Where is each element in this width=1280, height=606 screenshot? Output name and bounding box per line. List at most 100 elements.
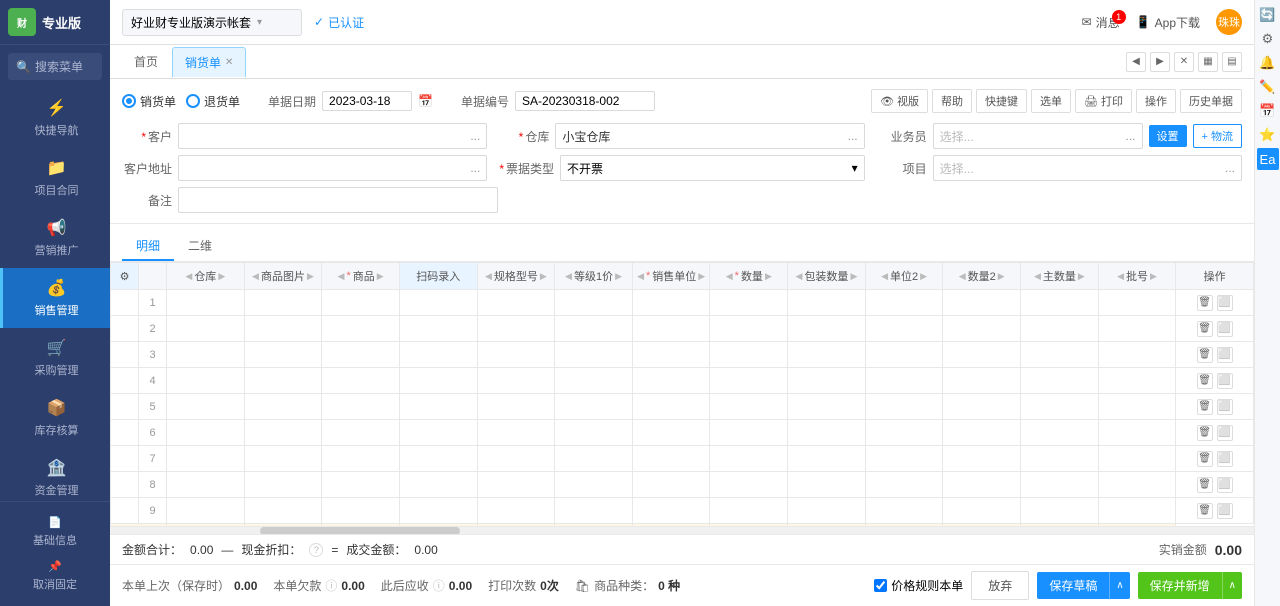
row-spec-cell[interactable]	[477, 394, 555, 420]
row-quantity-cell[interactable]	[710, 420, 788, 446]
price-check-checkbox[interactable]	[874, 579, 887, 592]
row-main-qty-cell[interactable]	[1021, 446, 1099, 472]
row-spec-cell[interactable]	[477, 342, 555, 368]
receivable-help-icon[interactable]: ⓘ	[433, 577, 445, 594]
row-batch-input-cell[interactable]	[399, 394, 477, 420]
table-row[interactable]: 7 🗑 ⬜	[111, 446, 1254, 472]
row-sales-unit-cell[interactable]	[632, 472, 710, 498]
row-copy-icon[interactable]: ⬜	[1217, 321, 1233, 337]
row-delete-icon[interactable]: 🗑	[1197, 451, 1213, 467]
row-sales-unit-cell[interactable]	[632, 498, 710, 524]
row-sales-unit-cell[interactable]	[632, 368, 710, 394]
app-download-button[interactable]: 📱 App下载	[1136, 14, 1200, 31]
row-spec-cell[interactable]	[477, 316, 555, 342]
radio-sales-order[interactable]: 销货单	[122, 93, 176, 110]
row-product-cell[interactable]	[322, 342, 400, 368]
row-main-qty-cell[interactable]	[1021, 342, 1099, 368]
row-main-qty-cell[interactable]	[1021, 472, 1099, 498]
row-warehouse-cell[interactable]	[167, 368, 245, 394]
row-unit2-cell[interactable]	[865, 290, 943, 316]
tab-close-icon[interactable]: ✕	[225, 57, 233, 68]
set-button[interactable]: 设置	[1149, 125, 1187, 147]
row-quantity-cell[interactable]	[710, 290, 788, 316]
user-avatar[interactable]: 珠珠	[1216, 9, 1242, 35]
help-button[interactable]: 帮助	[932, 89, 972, 113]
row-sales-unit-cell[interactable]	[632, 342, 710, 368]
row-copy-icon[interactable]: ⬜	[1217, 477, 1233, 493]
row-grade-price-cell[interactable]	[555, 290, 633, 316]
sidebar-item-cancel-pin[interactable]: 📌 取消固定	[8, 554, 102, 598]
tab-layout1-button[interactable]: ▦	[1198, 52, 1218, 72]
row-main-qty-cell[interactable]	[1021, 420, 1099, 446]
row-main-qty-cell[interactable]	[1021, 316, 1099, 342]
row-copy-icon[interactable]: ⬜	[1217, 503, 1233, 519]
row-qty2-cell[interactable]	[943, 342, 1021, 368]
row-sales-unit-cell[interactable]	[632, 394, 710, 420]
row-product-cell[interactable]	[322, 316, 400, 342]
row-batch-input-cell[interactable]	[399, 420, 477, 446]
table-row[interactable]: 1 🗑 ⬜	[111, 290, 1254, 316]
row-batch-input-cell[interactable]	[399, 290, 477, 316]
save-new-arrow-button[interactable]: ∧	[1222, 572, 1242, 599]
row-warehouse-cell[interactable]	[167, 342, 245, 368]
row-delete-icon[interactable]: 🗑	[1197, 399, 1213, 415]
row-product-cell[interactable]	[322, 394, 400, 420]
row-quantity-cell[interactable]	[710, 316, 788, 342]
row-warehouse-cell[interactable]	[167, 446, 245, 472]
table-row[interactable]: 5 🗑 ⬜	[111, 394, 1254, 420]
row-unit2-cell[interactable]	[865, 394, 943, 420]
tab-detail[interactable]: 明细	[122, 232, 174, 261]
row-spec-cell[interactable]	[477, 446, 555, 472]
row-copy-icon[interactable]: ⬜	[1217, 373, 1233, 389]
row-batch-cell[interactable]	[1098, 420, 1176, 446]
row-batch-cell[interactable]	[1098, 498, 1176, 524]
right-icon-7[interactable]: Ea	[1257, 148, 1279, 170]
row-product-cell[interactable]	[322, 290, 400, 316]
save-new-button[interactable]: 保存并新增	[1138, 572, 1222, 599]
company-selector[interactable]: 好业财专业版演示帐套 ▾	[122, 9, 302, 36]
view-button[interactable]: 👁 视版	[871, 89, 928, 113]
row-main-qty-cell[interactable]	[1021, 394, 1099, 420]
radio-return-order[interactable]: 退货单	[186, 93, 240, 110]
row-pack-qty-cell[interactable]	[788, 446, 866, 472]
tab-layout2-button[interactable]: ▤	[1222, 52, 1242, 72]
add-logistics-button[interactable]: + 物流	[1193, 124, 1242, 148]
row-warehouse-cell[interactable]	[167, 316, 245, 342]
row-quantity-cell[interactable]	[710, 342, 788, 368]
right-icon-4[interactable]: ✏️	[1257, 76, 1279, 98]
row-sales-unit-cell[interactable]	[632, 420, 710, 446]
row-grade-price-cell[interactable]	[555, 472, 633, 498]
row-qty2-cell[interactable]	[943, 290, 1021, 316]
row-pack-qty-cell[interactable]	[788, 342, 866, 368]
row-sales-unit-cell[interactable]	[632, 316, 710, 342]
row-batch-cell[interactable]	[1098, 316, 1176, 342]
sales-rep-input[interactable]: 选择... ...	[933, 123, 1143, 149]
table-scroll[interactable]: ⚙ ◀仓库▶ ◀商品图片▶ ◀*商品▶ 扫码录入 ◀规格型号▶ ◀等级1价▶ ◀…	[110, 262, 1254, 526]
row-quantity-cell[interactable]	[710, 446, 788, 472]
row-copy-icon[interactable]: ⬜	[1217, 399, 1233, 415]
row-main-qty-cell[interactable]	[1021, 498, 1099, 524]
table-row[interactable]: 4 🗑 ⬜	[111, 368, 1254, 394]
tab-nav-next-button[interactable]: ▶	[1150, 52, 1170, 72]
select-button[interactable]: 选单	[1031, 89, 1071, 113]
row-pack-qty-cell[interactable]	[788, 316, 866, 342]
bill-date-input[interactable]	[322, 91, 412, 111]
sidebar-item-purchase[interactable]: 🛒 采购管理	[0, 328, 110, 388]
right-icon-3[interactable]: 🔔	[1257, 52, 1279, 74]
row-qty2-cell[interactable]	[943, 316, 1021, 342]
row-pack-qty-cell[interactable]	[788, 368, 866, 394]
row-unit2-cell[interactable]	[865, 420, 943, 446]
row-copy-icon[interactable]: ⬜	[1217, 295, 1233, 311]
debt-help-icon[interactable]: ⓘ	[325, 577, 337, 594]
scrollbar-thumb[interactable]	[260, 527, 460, 534]
search-menu-button[interactable]: 🔍 搜索菜单	[8, 53, 102, 80]
row-warehouse-cell[interactable]	[167, 472, 245, 498]
row-delete-icon[interactable]: 🗑	[1197, 503, 1213, 519]
row-grade-price-cell[interactable]	[555, 394, 633, 420]
row-product-cell[interactable]	[322, 368, 400, 394]
row-main-qty-cell[interactable]	[1021, 368, 1099, 394]
project-input[interactable]: 选择... ...	[933, 155, 1242, 181]
row-product-cell[interactable]	[322, 420, 400, 446]
row-unit2-cell[interactable]	[865, 368, 943, 394]
table-row[interactable]: 8 🗑 ⬜	[111, 472, 1254, 498]
